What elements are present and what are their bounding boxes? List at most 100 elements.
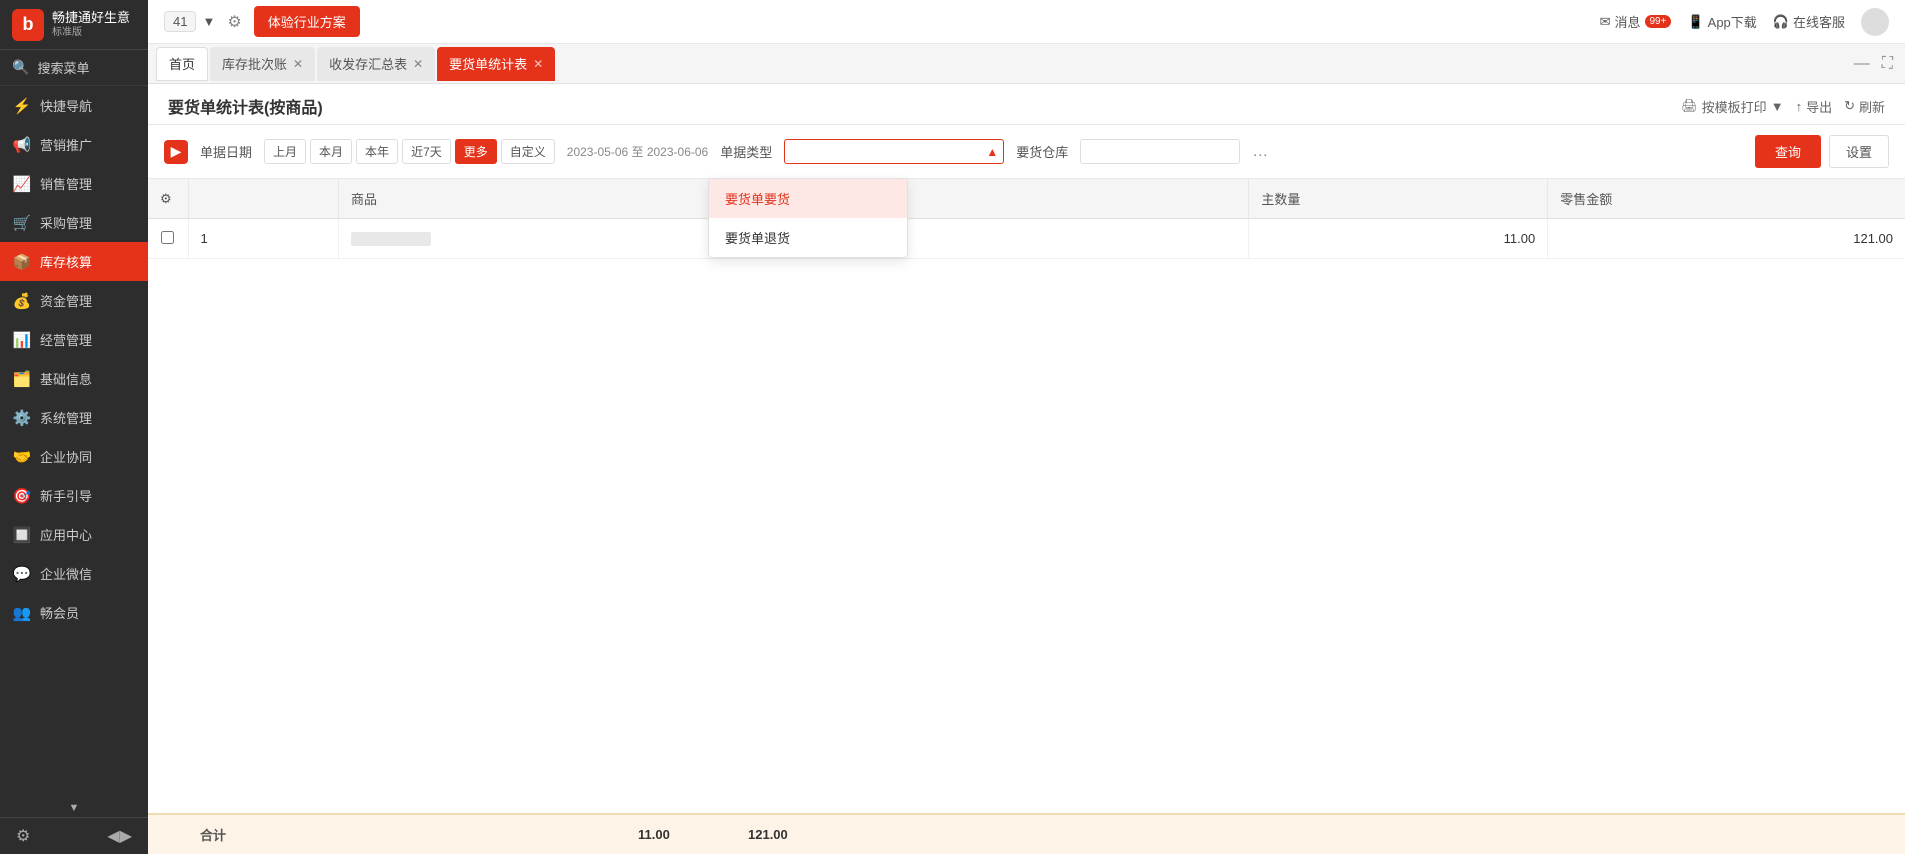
topbar: 41 ▼ ⚙ 体验行业方案 ✉ 消息 99+ 📱 App下载 🎧 在线客服: [148, 0, 1905, 44]
sidebar-item-finance[interactable]: 💰 资金管理: [0, 281, 148, 320]
export-btn[interactable]: ↑ 导出: [1796, 97, 1833, 116]
refresh-btn[interactable]: ↻ 刷新: [1844, 97, 1885, 116]
sidebar-item-enterprise-wechat[interactable]: 💬 企业微信: [0, 554, 148, 593]
sidebar: b 畅捷通好生意 标准版 🔍 搜索菜单 ⚡ 快捷导航 📢 营销推广 📈 销售管理…: [0, 0, 148, 854]
topbar-right: ✉ 消息 99+ 📱 App下载 🎧 在线客服: [1600, 8, 1889, 36]
sidebar-item-onboarding[interactable]: 🎯 新手引导: [0, 476, 148, 515]
warehouse-input[interactable]: [1080, 139, 1240, 164]
quick-nav-icon: ⚡: [12, 97, 32, 115]
chevron-right-icon: ▶: [171, 143, 182, 160]
page-title: 要货单统计表(按商品): [168, 94, 323, 118]
row-amount[interactable]: 121.00: [1548, 219, 1905, 259]
sidebar-logo: b 畅捷通好生意 标准版: [0, 0, 148, 50]
date-btn-custom[interactable]: 自定义: [501, 139, 555, 164]
topbar-settings-icon[interactable]: ⚙: [227, 12, 241, 32]
tab-close-order-stats[interactable]: ✕: [533, 57, 543, 71]
date-btn-more[interactable]: 更多: [455, 139, 497, 164]
finance-icon: 💰: [12, 292, 32, 310]
query-btn[interactable]: 查询: [1755, 135, 1821, 168]
tab-close-inventory-batch[interactable]: ✕: [293, 57, 303, 71]
operations-icon: 📊: [12, 331, 32, 349]
table-footer: 合计 11.00 121.00: [148, 813, 1905, 854]
warehouse-label: 要货仓库: [1016, 142, 1068, 161]
type-dropdown-arrow[interactable]: ▲: [986, 145, 998, 159]
sidebar-item-app-center[interactable]: 🔲 应用中心: [0, 515, 148, 554]
date-label: 单据日期: [200, 142, 252, 161]
row-select-checkbox[interactable]: [161, 231, 174, 244]
promo-btn[interactable]: 体验行业方案: [254, 6, 360, 37]
data-table: ⚙ 商品 主计量单位 主数量 零售金额 1: [148, 179, 1905, 259]
date-btn-last-month[interactable]: 上月: [264, 139, 306, 164]
topbar-left: 41 ▼ ⚙ 体验行业方案: [164, 6, 360, 37]
customer-service-btn[interactable]: 🎧 在线客服: [1773, 12, 1845, 31]
enterprise-wechat-icon: 💬: [12, 565, 32, 583]
filter-actions: 查询 设置: [1755, 135, 1889, 168]
sidebar-nav: ⚡ 快捷导航 📢 营销推广 📈 销售管理 🛒 采购管理 📦 库存核算 💰 资金管…: [0, 86, 148, 799]
date-btn-this-month[interactable]: 本月: [310, 139, 352, 164]
tab-order-stats[interactable]: 要货单统计表 ✕: [437, 47, 555, 81]
type-dropdown: 要货单要货 要货单退货: [708, 178, 908, 258]
phone-icon: 📱: [1687, 14, 1703, 30]
footer-total-qty: 11.00: [638, 827, 670, 842]
row-checkbox[interactable]: [148, 219, 188, 259]
print-btn[interactable]: 🖨 按模板打印 ▼: [1681, 97, 1783, 116]
tab-minimize-btn[interactable]: —: [1850, 53, 1874, 75]
app-download-btn[interactable]: 📱 App下载: [1687, 12, 1756, 31]
sidebar-item-sales[interactable]: 📈 销售管理: [0, 164, 148, 203]
sidebar-item-system[interactable]: ⚙️ 系统管理: [0, 398, 148, 437]
sidebar-item-quick-nav[interactable]: ⚡ 快捷导航: [0, 86, 148, 125]
purchase-icon: 🛒: [12, 214, 32, 232]
sidebar-item-marketing[interactable]: 📢 营销推广: [0, 125, 148, 164]
table-row: 1 块 11.00 121.00: [148, 219, 1905, 259]
table-settings-icon[interactable]: ⚙: [160, 191, 172, 206]
sidebar-logo-text: 畅捷通好生意 标准版: [52, 10, 130, 40]
col-amount-header: 零售金额: [1548, 179, 1905, 219]
messages-btn[interactable]: ✉ 消息 99+: [1600, 12, 1672, 31]
sidebar-item-operations[interactable]: 📊 经营管理: [0, 320, 148, 359]
search-menu[interactable]: 🔍 搜索菜单: [0, 50, 148, 86]
sidebar-scroll-down[interactable]: ▼: [0, 799, 148, 817]
type-input[interactable]: [784, 139, 1004, 164]
chevron-down-icon: ▼: [1771, 99, 1784, 114]
tabs-actions: — ⛶: [1850, 53, 1897, 75]
sidebar-item-base-info[interactable]: 🗂️ 基础信息: [0, 359, 148, 398]
tab-receive-summary[interactable]: 收发存汇总表 ✕: [317, 47, 435, 81]
chevron-down-icon: ▼: [69, 802, 80, 814]
tab-maximize-btn[interactable]: ⛶: [1878, 53, 1897, 75]
user-avatar[interactable]: [1861, 8, 1889, 36]
filter-date-buttons: 上月 本月 本年 近7天 更多 自定义: [264, 139, 555, 164]
store-selector[interactable]: 41 ▼: [164, 11, 215, 32]
col-settings[interactable]: ⚙: [148, 179, 188, 219]
dropdown-item-order-purchase[interactable]: 要货单要货: [709, 179, 907, 218]
type-input-wrapper: ▲: [784, 139, 1004, 164]
tabs-bar: 首页 库存批次账 ✕ 收发存汇总表 ✕ 要货单统计表 ✕ — ⛶: [148, 44, 1905, 84]
message-icon: ✉: [1600, 14, 1611, 30]
sidebar-item-enterprise-coop[interactable]: 🤝 企业协同: [0, 437, 148, 476]
dropdown-item-order-return[interactable]: 要货单退货: [709, 218, 907, 257]
settings-icon[interactable]: ⚙: [16, 826, 30, 846]
sidebar-item-members[interactable]: 👥 畅会员: [0, 593, 148, 632]
headset-icon: 🎧: [1773, 14, 1789, 30]
settings-btn[interactable]: 设置: [1829, 135, 1889, 168]
page-header: 要货单统计表(按商品) 🖨 按模板打印 ▼ ↑ 导出 ↻ 刷新: [148, 84, 1905, 125]
filter-bar: ▶ 单据日期 上月 本月 本年 近7天 更多 自定义 2023-05-06 至 …: [148, 125, 1905, 179]
filter-more-btn[interactable]: …: [1252, 143, 1268, 161]
search-icon: 🔍: [12, 59, 29, 76]
date-range-display: 2023-05-06 至 2023-06-06: [567, 143, 708, 160]
tab-close-receive-summary[interactable]: ✕: [413, 57, 423, 71]
tab-home[interactable]: 首页: [156, 47, 208, 81]
system-icon: ⚙️: [12, 409, 32, 427]
collapse-icon[interactable]: ◀▶: [107, 826, 132, 846]
sidebar-item-inventory[interactable]: 📦 库存核算: [0, 242, 148, 281]
base-info-icon: 🗂️: [12, 370, 32, 388]
date-btn-last-7-days[interactable]: 近7天: [402, 139, 451, 164]
product-name-placeholder: [351, 232, 431, 246]
tab-inventory-batch[interactable]: 库存批次账 ✕: [210, 47, 315, 81]
sidebar-item-purchase[interactable]: 🛒 采购管理: [0, 203, 148, 242]
row-index: 1: [188, 219, 338, 259]
date-btn-this-year[interactable]: 本年: [356, 139, 398, 164]
row-qty[interactable]: 11.00: [1249, 219, 1548, 259]
main-area: 41 ▼ ⚙ 体验行业方案 ✉ 消息 99+ 📱 App下载 🎧 在线客服: [148, 0, 1905, 854]
filter-expand-btn[interactable]: ▶: [164, 140, 188, 164]
table-wrapper: ⚙ 商品 主计量单位 主数量 零售金额 1: [148, 179, 1905, 813]
